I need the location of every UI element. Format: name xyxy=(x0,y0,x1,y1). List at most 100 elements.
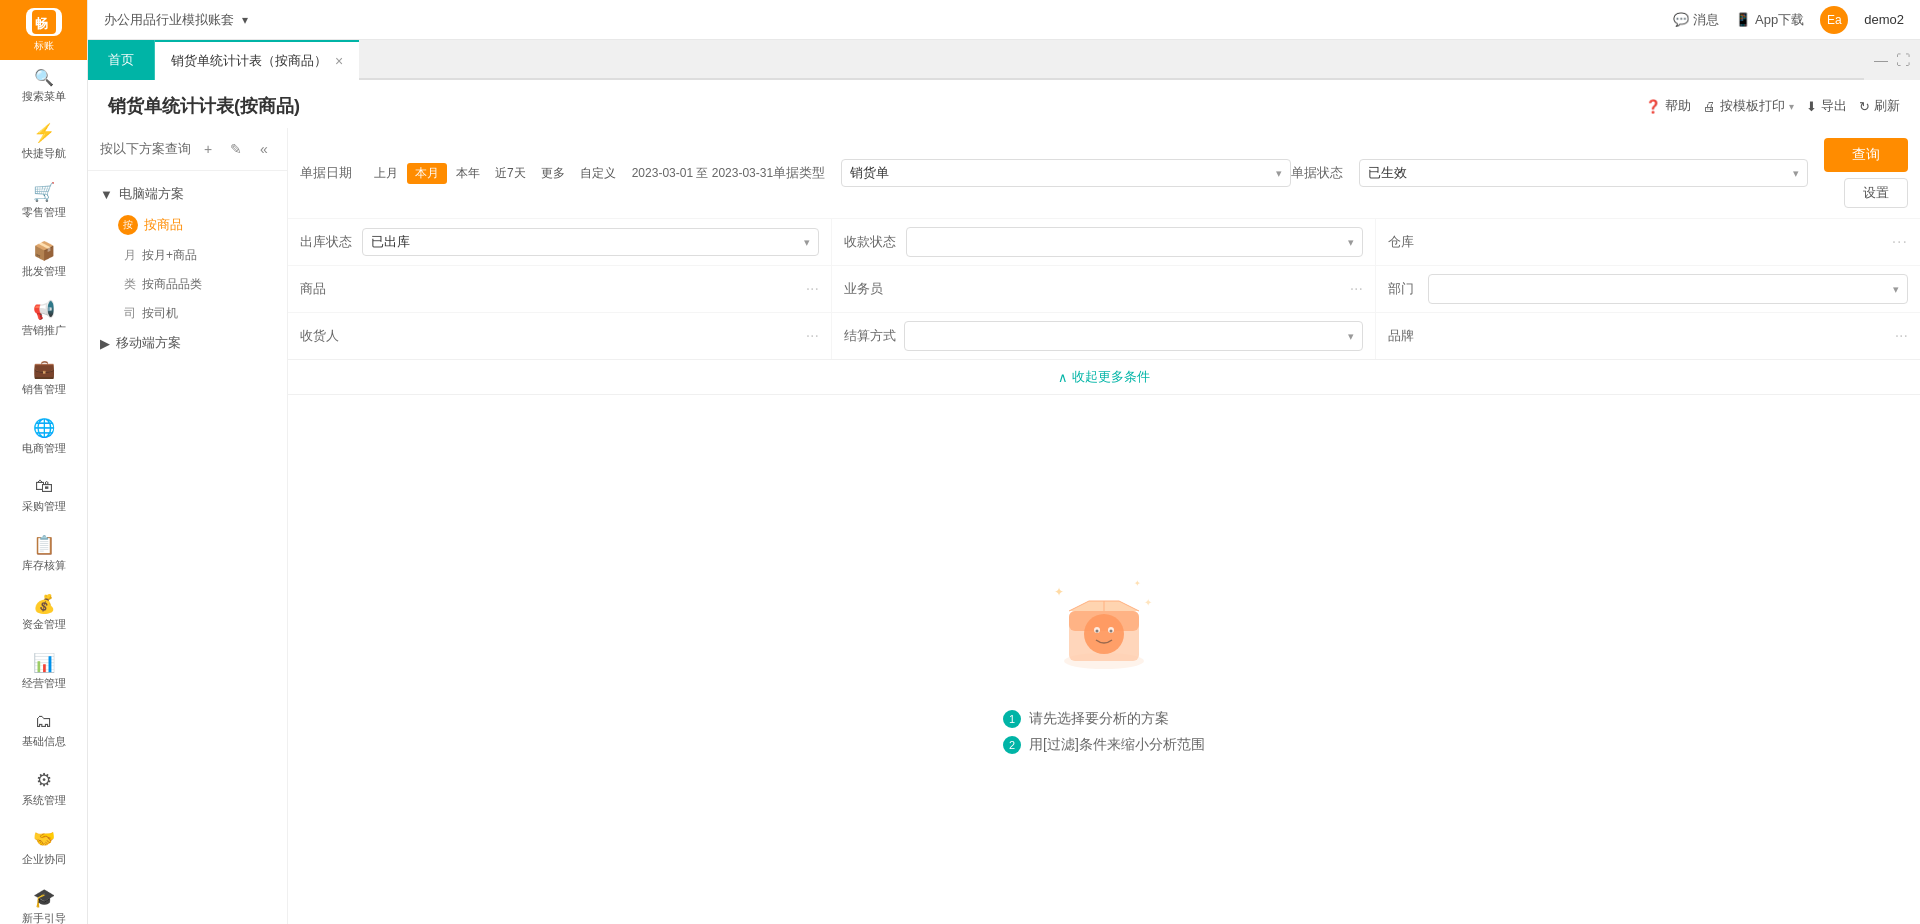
type-select-arrow: ▾ xyxy=(1276,167,1282,180)
type-select[interactable]: 销货单 ▾ xyxy=(841,159,1290,187)
date-btn-this-month[interactable]: 本月 xyxy=(407,163,447,184)
export-button[interactable]: ⬇ 导出 xyxy=(1806,97,1847,115)
sidebar-item-search[interactable]: 🔍 搜索菜单 xyxy=(0,60,87,112)
salesperson-input[interactable]: ··· xyxy=(894,274,1363,304)
app-download-icon: 📱 xyxy=(1735,12,1751,27)
page-header-actions: ❓ 帮助 🖨 按模板打印 ▾ ⬇ 导出 ↻ 刷新 xyxy=(1645,97,1900,115)
filter-recipient: 收货人 ··· xyxy=(288,313,832,359)
date-range-text: 2023-03-01 至 2023-03-31 xyxy=(632,165,773,182)
svg-text:✦: ✦ xyxy=(1134,579,1141,588)
recipient-dots[interactable]: ··· xyxy=(806,327,819,345)
sidebar-item-operation[interactable]: 📊 经营管理 xyxy=(0,642,87,701)
status-filter-group: 单据状态 已生效 ▾ xyxy=(1291,159,1808,187)
content-right: 单据日期 上月 本月 本年 近7天 更多 自定义 2023-03-01 至 20… xyxy=(288,128,1920,924)
refresh-button[interactable]: ↻ 刷新 xyxy=(1859,97,1900,115)
sidebar-item-inventory[interactable]: 📋 库存核算 xyxy=(0,524,87,583)
sidebar-item-marketing-label: 营销推广 xyxy=(22,323,66,338)
inventory-icon: 📋 xyxy=(33,534,55,556)
sidebar-item-quick-nav[interactable]: ⚡ 快捷导航 xyxy=(0,112,87,171)
plan-group-desktop-header[interactable]: ▼ 电脑端方案 xyxy=(88,179,287,209)
topbar-dropdown-icon[interactable]: ▾ xyxy=(242,13,248,27)
message-label: 消息 xyxy=(1693,11,1719,29)
plan-item-month-icon: 月 xyxy=(124,247,136,264)
plan-item-by-goods[interactable]: 按 按商品 xyxy=(88,209,287,241)
message-button[interactable]: 💬 消息 xyxy=(1673,11,1719,29)
left-panel-title: 按以下方案查询 xyxy=(100,140,191,158)
page-title: 销货单统计计表(按商品) xyxy=(108,94,300,118)
print-button[interactable]: 🖨 按模板打印 ▾ xyxy=(1703,97,1794,115)
collapse-panel-button[interactable]: « xyxy=(253,138,275,160)
receipt-select[interactable]: ▾ xyxy=(906,227,1363,257)
help-button[interactable]: ❓ 帮助 xyxy=(1645,97,1691,115)
export-label: 导出 xyxy=(1821,97,1847,115)
sidebar-item-sales[interactable]: 💼 销售管理 xyxy=(0,348,87,407)
tabs-bar: 首页 销货单统计计表（按商品） × — ⛶ xyxy=(88,40,1920,80)
sidebar-item-ecommerce[interactable]: 🌐 电商管理 xyxy=(0,407,87,466)
date-buttons: 上月 本月 本年 近7天 更多 自定义 xyxy=(368,163,622,184)
date-btn-custom[interactable]: 自定义 xyxy=(574,163,622,184)
brand-dots[interactable]: ··· xyxy=(1895,327,1908,345)
topbar-title: 办公用品行业模拟账套 xyxy=(104,11,234,29)
add-plan-button[interactable]: + xyxy=(197,138,219,160)
plan-item-by-goods-label: 按商品 xyxy=(144,216,183,234)
recipient-input[interactable]: ··· xyxy=(350,321,819,351)
app-download-label: App下载 xyxy=(1755,11,1804,29)
filter-brand: 品牌 ··· xyxy=(1376,313,1920,359)
goods-input[interactable]: ··· xyxy=(340,274,819,304)
guide-icon: 🎓 xyxy=(33,887,55,909)
plan-item-by-month-goods[interactable]: 月 按月+商品 xyxy=(88,241,287,270)
sidebar-item-basic-label: 基础信息 xyxy=(22,734,66,749)
tab-sales-stat[interactable]: 销货单统计计表（按商品） × xyxy=(155,40,359,80)
sidebar-item-finance[interactable]: 💰 资金管理 xyxy=(0,583,87,642)
plan-item-by-company[interactable]: 司 按司机 xyxy=(88,299,287,328)
sidebar-item-operation-label: 经营管理 xyxy=(22,676,66,691)
brand-input[interactable]: ··· xyxy=(1428,321,1908,351)
plan-tree: ▼ 电脑端方案 按 按商品 月 按月+商品 类 xyxy=(88,171,287,366)
print-dropdown-icon[interactable]: ▾ xyxy=(1789,101,1794,112)
collapse-bar[interactable]: ∧ 收起更多条件 xyxy=(288,359,1920,394)
sidebar-item-purchase[interactable]: 🛍 采购管理 xyxy=(0,466,87,524)
warehouse-dots[interactable]: ··· xyxy=(1892,233,1908,251)
dept-select[interactable]: ▾ xyxy=(1428,274,1908,304)
plan-group-mobile-header[interactable]: ▶ 移动端方案 xyxy=(88,328,287,358)
logo-area[interactable]: 畅 标账 xyxy=(0,0,87,60)
tab-minimize-icon[interactable]: — xyxy=(1874,52,1888,68)
sidebar-item-marketing[interactable]: 📢 营销推广 xyxy=(0,289,87,348)
date-btn-last-month[interactable]: 上月 xyxy=(368,163,404,184)
sidebar-item-retail[interactable]: 🛒 零售管理 xyxy=(0,171,87,230)
help-label: 帮助 xyxy=(1665,97,1691,115)
date-btn-more[interactable]: 更多 xyxy=(535,163,571,184)
warehouse-input[interactable]: ··· xyxy=(1428,227,1908,257)
filter-section: 单据日期 上月 本月 本年 近7天 更多 自定义 2023-03-01 至 20… xyxy=(288,128,1920,395)
status-label: 单据状态 xyxy=(1291,164,1353,182)
goods-dots[interactable]: ··· xyxy=(806,280,819,298)
sidebar-item-guide[interactable]: 🎓 新手引导 xyxy=(0,877,87,924)
settlement-select[interactable]: ▾ xyxy=(904,321,1363,351)
sidebar-item-enterprise[interactable]: 🤝 企业协同 xyxy=(0,818,87,877)
avatar[interactable]: Ea xyxy=(1820,6,1848,34)
filter-outbound: 出库状态 已出库 ▾ xyxy=(288,219,832,265)
status-select[interactable]: 已生效 ▾ xyxy=(1359,159,1808,187)
tab-maximize-icon[interactable]: ⛶ xyxy=(1896,52,1910,68)
settings-button[interactable]: 设置 xyxy=(1844,178,1908,208)
sidebar-item-basic[interactable]: 🗂 基础信息 xyxy=(0,701,87,759)
plan-item-by-goods-category[interactable]: 类 按商品品类 xyxy=(88,270,287,299)
filter-dept: 部门 ▾ xyxy=(1376,266,1920,312)
collapse-icon: ∧ xyxy=(1058,370,1068,385)
filter-row-4: 收货人 ··· 结算方式 ▾ xyxy=(288,313,1920,359)
receipt-arrow: ▾ xyxy=(1348,236,1354,249)
outbound-label: 出库状态 xyxy=(300,233,362,251)
sidebar-item-system-label: 系统管理 xyxy=(22,793,66,808)
app-download-button[interactable]: 📱 App下载 xyxy=(1735,11,1804,29)
salesperson-dots[interactable]: ··· xyxy=(1350,280,1363,298)
edit-plan-button[interactable]: ✎ xyxy=(225,138,247,160)
plan-item-company-icon: 司 xyxy=(124,305,136,322)
outbound-select[interactable]: 已出库 ▾ xyxy=(362,228,819,256)
tab-home[interactable]: 首页 xyxy=(88,40,155,80)
query-button[interactable]: 查询 xyxy=(1824,138,1908,172)
tab-sales-stat-close[interactable]: × xyxy=(335,53,343,69)
date-btn-7days[interactable]: 近7天 xyxy=(489,163,532,184)
sidebar-item-wholesale[interactable]: 📦 批发管理 xyxy=(0,230,87,289)
sidebar-item-system[interactable]: ⚙ 系统管理 xyxy=(0,759,87,818)
date-btn-this-year[interactable]: 本年 xyxy=(450,163,486,184)
